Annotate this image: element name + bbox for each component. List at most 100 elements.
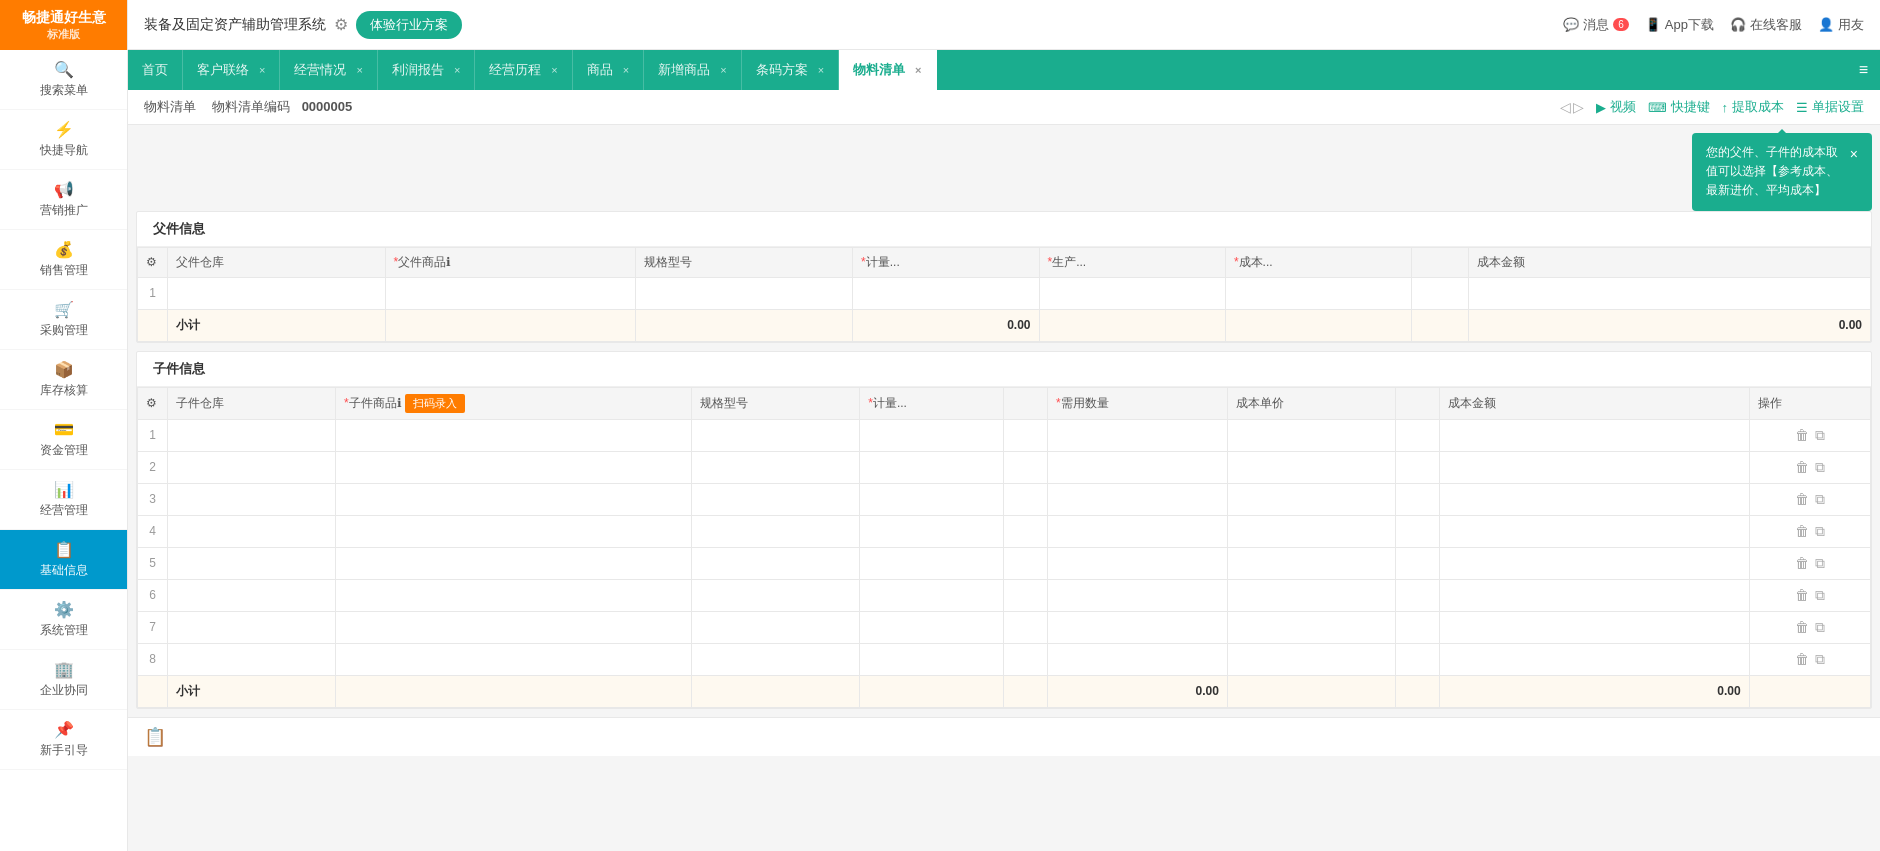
tab-operation-status-close[interactable]: × — [356, 64, 362, 76]
sidebar-item-enterprise[interactable]: 🏢 企业协同 — [0, 650, 127, 710]
tab-profit[interactable]: 利润报告 × — [378, 50, 475, 90]
scan-button[interactable]: 扫码录入 — [405, 394, 465, 413]
tab-barcode-close[interactable]: × — [818, 64, 824, 76]
close-all-tabs[interactable]: ≡ — [1847, 61, 1880, 79]
sidebar-item-basic-info[interactable]: 📋 基础信息 — [0, 530, 127, 590]
delete-icon-8[interactable]: 🗑 — [1795, 651, 1809, 668]
delete-icon-7[interactable]: 🗑 — [1795, 619, 1809, 636]
parent-col-goods: *父件商品ℹ — [385, 247, 635, 277]
shortcut-action[interactable]: ⌨ 快捷键 — [1648, 98, 1710, 116]
tab-operation-status[interactable]: 经营情况 × — [280, 50, 377, 90]
child-qty-1[interactable] — [1047, 419, 1227, 451]
parent-warehouse-cell[interactable] — [168, 277, 386, 309]
sidebar-item-guide[interactable]: 📌 新手引导 — [0, 710, 127, 770]
app-download-button[interactable]: 📱 App下载 — [1645, 16, 1714, 34]
enterprise-icon: 🏢 — [54, 660, 74, 679]
message-button[interactable]: 💬 消息 6 — [1563, 16, 1629, 34]
parent-unit-cell[interactable] — [853, 277, 1039, 309]
view-label: 视频 — [1610, 98, 1636, 116]
child-col-warehouse: 子件仓库 — [168, 387, 336, 419]
tab-customer-close[interactable]: × — [259, 64, 265, 76]
parent-goods-cell[interactable] — [385, 277, 635, 309]
next-arrow[interactable]: ▷ — [1573, 99, 1584, 115]
sidebar-item-search[interactable]: 🔍 搜索菜单 — [0, 50, 127, 110]
tab-history[interactable]: 经营历程 × — [475, 50, 572, 90]
download-icon: 📱 — [1645, 17, 1661, 32]
nav-arrows: ◁ ▷ — [1560, 99, 1584, 115]
child-goods-1[interactable] — [335, 419, 691, 451]
prev-arrow[interactable]: ◁ — [1560, 99, 1571, 115]
main-area: 装备及固定资产辅助管理系统 ⚙ 体验行业方案 💬 消息 6 📱 App下载 🎧 … — [128, 0, 1880, 851]
child-subtotal-label: 小计 — [168, 675, 336, 707]
sidebar-item-purchase[interactable]: 🛒 采购管理 — [0, 290, 127, 350]
child-extra2-1 — [1395, 419, 1439, 451]
parent-subtotal-c4 — [1225, 309, 1411, 341]
parent-cost-cell[interactable] — [1225, 277, 1411, 309]
tab-bom[interactable]: 物料清单 × — [839, 50, 936, 90]
tab-home[interactable]: 首页 — [128, 50, 183, 90]
sidebar-item-marketing[interactable]: 📢 营销推广 — [0, 170, 127, 230]
child-col-unit: *计量... — [860, 387, 1004, 419]
sidebar-item-inventory[interactable]: 📦 库存核算 — [0, 350, 127, 410]
sidebar-item-search-label: 搜索菜单 — [40, 82, 88, 99]
child-unit-1[interactable] — [860, 419, 1004, 451]
tab-bom-close[interactable]: × — [915, 64, 921, 76]
copy-icon-3[interactable]: ⧉ — [1815, 491, 1825, 508]
online-service-button[interactable]: 🎧 在线客服 — [1730, 16, 1802, 34]
delete-icon-1[interactable]: 🗑 — [1795, 427, 1809, 444]
copy-icon-4[interactable]: ⧉ — [1815, 523, 1825, 540]
tab-history-close[interactable]: × — [551, 64, 557, 76]
tab-goods[interactable]: 商品 × — [573, 50, 644, 90]
tab-profit-close[interactable]: × — [454, 64, 460, 76]
page-header: 物料清单 物料清单编码 0000005 ◁ ▷ ▶ 视频 ⌨ 快捷键 — [128, 90, 1880, 125]
view-action[interactable]: ▶ 视频 — [1596, 98, 1636, 116]
copy-icon-1[interactable]: ⧉ — [1815, 427, 1825, 444]
sidebar-item-system[interactable]: ⚙️ 系统管理 — [0, 590, 127, 650]
copy-icon-6[interactable]: ⧉ — [1815, 587, 1825, 604]
parent-col-settings[interactable]: ⚙ — [138, 247, 168, 277]
delete-icon-6[interactable]: 🗑 — [1795, 587, 1809, 604]
copy-icon-7[interactable]: ⧉ — [1815, 619, 1825, 636]
copy-icon-2[interactable]: ⧉ — [1815, 459, 1825, 476]
child-subtotal-amount: 0.00 — [1439, 675, 1749, 707]
sidebar-item-inventory-label: 库存核算 — [40, 382, 88, 399]
delete-icon-2[interactable]: 🗑 — [1795, 459, 1809, 476]
system-icon: ⚙️ — [54, 600, 74, 619]
copy-icon-5[interactable]: ⧉ — [1815, 555, 1825, 572]
tab-goods-close[interactable]: × — [623, 64, 629, 76]
tab-customer[interactable]: 客户联络 × — [183, 50, 280, 90]
copy-icon-8[interactable]: ⧉ — [1815, 651, 1825, 668]
tab-add-goods[interactable]: 新增商品 × — [644, 50, 741, 90]
tooltip-close[interactable]: × — [1850, 143, 1858, 165]
child-amount-1 — [1439, 419, 1749, 451]
delete-icon-4[interactable]: 🗑 — [1795, 523, 1809, 540]
tab-barcode[interactable]: 条码方案 × — [742, 50, 839, 90]
child-col-settings[interactable]: ⚙ — [138, 387, 168, 419]
user-menu[interactable]: 👤 用友 — [1818, 16, 1864, 34]
single-settings-action[interactable]: ☰ 单据设置 — [1796, 98, 1864, 116]
child-spec-1[interactable] — [692, 419, 860, 451]
parent-production-cell[interactable] — [1039, 277, 1225, 309]
extract-cost-action[interactable]: ↑ 提取成本 — [1722, 98, 1785, 116]
marketing-icon: 📢 — [54, 180, 74, 199]
delete-icon-3[interactable]: 🗑 — [1795, 491, 1809, 508]
tab-add-goods-close[interactable]: × — [720, 64, 726, 76]
table-row: 4 🗑⧉ — [138, 515, 1871, 547]
code-label: 物料清单编码 0000005 — [212, 98, 352, 116]
parent-subtotal-label-cell — [138, 309, 168, 341]
sidebar-item-quick-nav-label: 快捷导航 — [40, 142, 88, 159]
child-unit-cost-1[interactable] — [1227, 419, 1395, 451]
delete-icon-5[interactable]: 🗑 — [1795, 555, 1809, 572]
table-row: 7 🗑⧉ — [138, 611, 1871, 643]
table-row: 2 🗑⧉ — [138, 451, 1871, 483]
sidebar-item-operation[interactable]: 📊 经营管理 — [0, 470, 127, 530]
gear-icon[interactable]: ⚙ — [334, 15, 348, 34]
sidebar-item-finance[interactable]: 💳 资金管理 — [0, 410, 127, 470]
content-area: 物料清单 物料清单编码 0000005 ◁ ▷ ▶ 视频 ⌨ 快捷键 — [128, 90, 1880, 851]
sidebar-item-sales[interactable]: 💰 销售管理 — [0, 230, 127, 290]
parent-spec-cell[interactable] — [635, 277, 853, 309]
sidebar-item-quick-nav[interactable]: ⚡ 快捷导航 — [0, 110, 127, 170]
parent-cost-amount-cell — [1469, 277, 1871, 309]
child-warehouse-1[interactable] — [168, 419, 336, 451]
experience-button[interactable]: 体验行业方案 — [356, 11, 462, 39]
